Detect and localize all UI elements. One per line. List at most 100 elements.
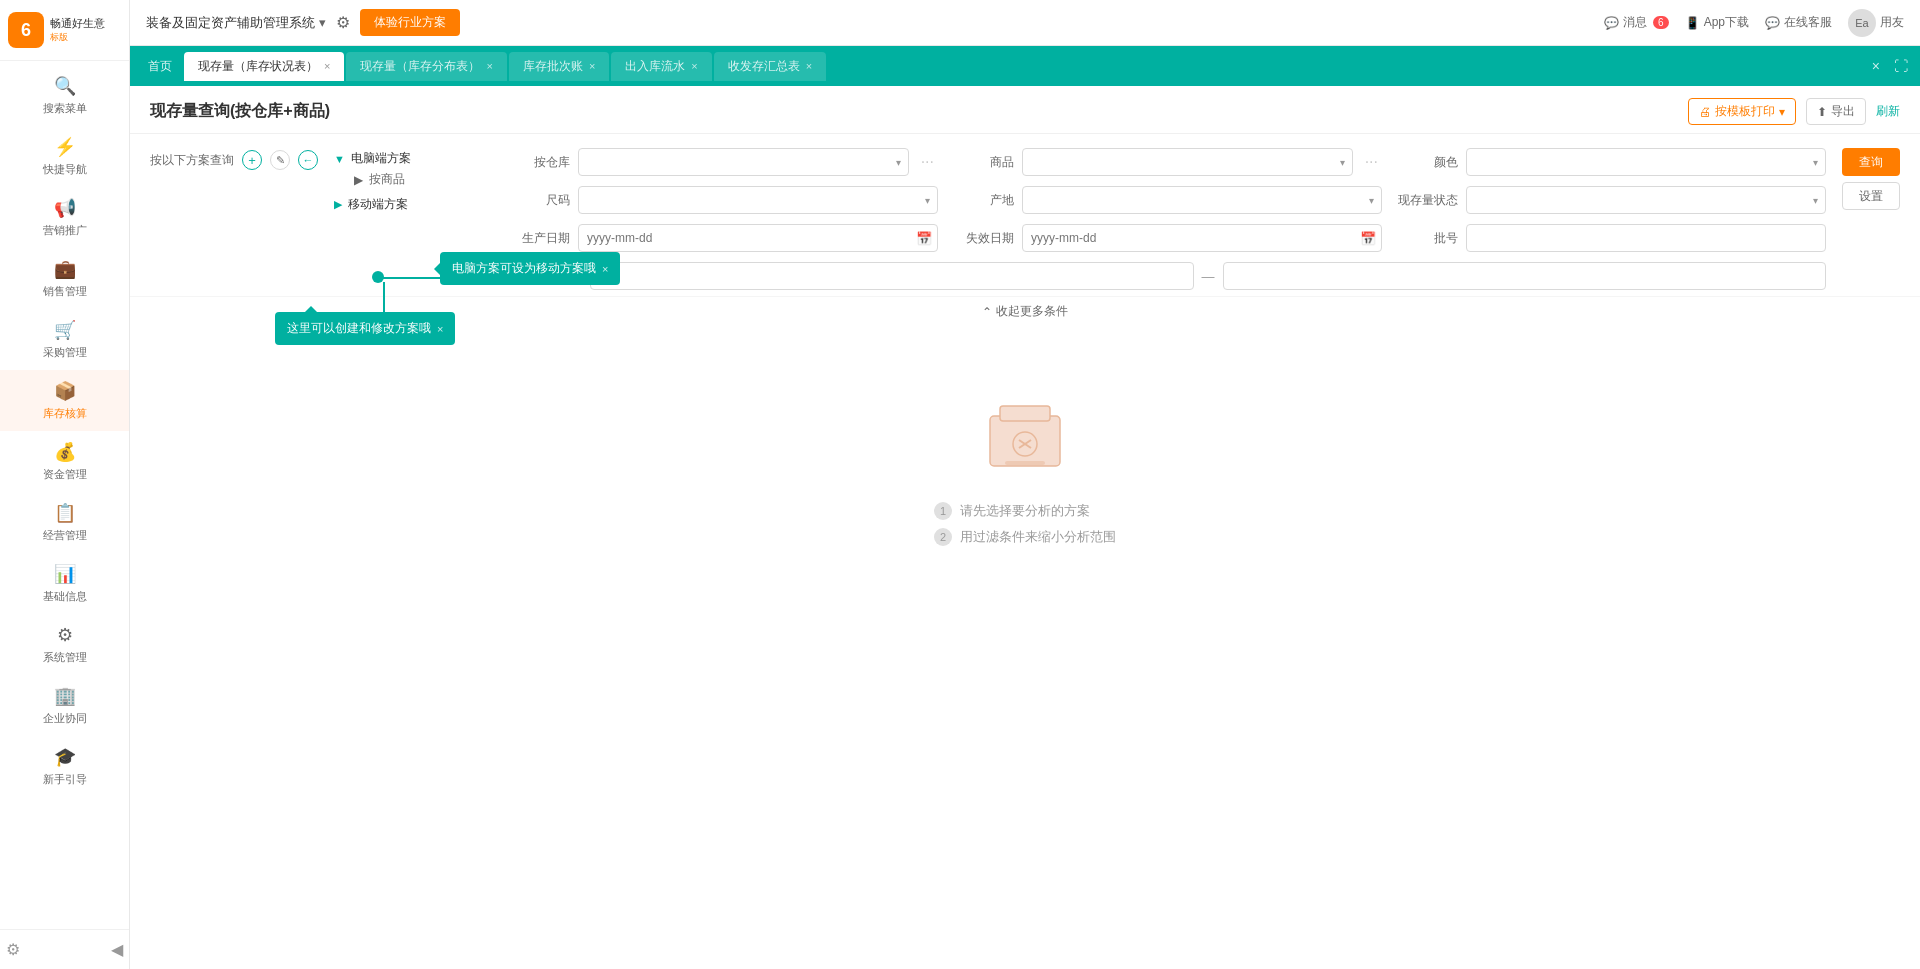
sidebar-item-system[interactable]: ⚙ 系统管理: [0, 614, 129, 675]
hint-number: 1: [934, 502, 952, 520]
edit-scheme-button[interactable]: ✎: [270, 150, 290, 170]
sidebar-item-label: 经营管理: [43, 528, 87, 543]
tooltip-close-button[interactable]: ×: [437, 323, 443, 335]
stock-status-input[interactable]: [1466, 186, 1826, 214]
export-button[interactable]: ⬆ 导出: [1806, 98, 1866, 125]
tab-close-icon[interactable]: ×: [589, 61, 595, 72]
tab-close-icon[interactable]: ×: [324, 61, 330, 72]
search-button[interactable]: 查询: [1842, 148, 1900, 176]
print-button[interactable]: 🖨 按模板打印 ▾: [1688, 98, 1796, 125]
header-right: 💬 消息 6 📱 App下载 💬 在线客服 Ea 用友: [1604, 9, 1904, 37]
settings-bottom-icon[interactable]: ⚙: [6, 940, 20, 959]
tooltip-desktop-scheme: 电脑方案可设为移动方案哦 ×: [440, 252, 620, 285]
tab-home[interactable]: 首页: [138, 52, 182, 81]
tooltip-close-button[interactable]: ×: [602, 263, 608, 275]
sidebar-item-operations[interactable]: 📋 经营管理: [0, 492, 129, 553]
app-download-action[interactable]: 📱 App下载: [1685, 14, 1749, 31]
sidebar-item-guide[interactable]: 🎓 新手引导: [0, 736, 129, 797]
add-scheme-button[interactable]: +: [242, 150, 262, 170]
sidebar-logo: 6 畅通好生意 标版: [0, 0, 129, 61]
calendar-icon[interactable]: 📅: [916, 231, 932, 246]
tooltip-create-scheme: 这里可以创建和修改方案哦 ×: [275, 312, 455, 345]
refresh-button[interactable]: 刷新: [1876, 103, 1900, 120]
origin-filter: 产地 ▾: [954, 186, 1382, 214]
user-action[interactable]: Ea 用友: [1848, 9, 1904, 37]
sidebar-item-enterprise[interactable]: 🏢 企业协同: [0, 675, 129, 736]
sidebar-nav: 🔍 搜索菜单 ⚡ 快捷导航 📢 营销推广 💼 销售管理 🛒 采购管理 📦: [0, 61, 129, 929]
mobile-scheme-toggle[interactable]: ▶ 移动端方案: [334, 194, 494, 215]
system-name: 装备及固定资产辅助管理系统: [146, 14, 315, 32]
stock-qty-max-input[interactable]: [1223, 262, 1827, 290]
purchase-icon: 🛒: [54, 319, 76, 341]
goods-dots[interactable]: ···: [1361, 153, 1382, 171]
guide-icon: 🎓: [54, 746, 76, 768]
tooltip-text: 电脑方案可设为移动方案哦: [452, 260, 596, 277]
sidebar-item-inventory[interactable]: 📦 库存核算: [0, 370, 129, 431]
tab-io-flow[interactable]: 出入库流水 ×: [611, 52, 711, 81]
basic-icon: 📊: [54, 563, 76, 585]
logo-icon: 6: [8, 12, 44, 48]
header-settings-icon[interactable]: ⚙: [336, 13, 350, 32]
tab-bar-right: × ⛶: [1868, 54, 1912, 78]
system-selector[interactable]: 装备及固定资产辅助管理系统 ▾: [146, 14, 326, 32]
expand-icon: ▼: [334, 153, 345, 165]
close-all-tabs-icon[interactable]: ×: [1868, 54, 1884, 78]
scheme-sub-item[interactable]: ▶ 按商品: [354, 169, 494, 190]
maximize-icon[interactable]: ⛶: [1890, 54, 1912, 78]
sidebar-item-sales[interactable]: 💼 销售管理: [0, 248, 129, 309]
top-header: 装备及固定资产辅助管理系统 ▾ ⚙ 体验行业方案 💬 消息 6 📱 App下载 …: [130, 0, 1920, 46]
goods-input[interactable]: [1022, 148, 1353, 176]
collapse-sidebar-icon[interactable]: ◀: [111, 940, 123, 959]
empty-state: 1 请先选择要分析的方案 2 用过滤条件来缩小分析范围: [130, 326, 1920, 614]
desktop-scheme-toggle[interactable]: ▼ 电脑端方案: [334, 148, 494, 169]
chevron-up-icon: ⌃: [982, 305, 992, 319]
stock-qty-min-input[interactable]: [590, 262, 1194, 290]
size-filter: 尺码 ▾: [510, 186, 938, 214]
tab-close-icon[interactable]: ×: [691, 61, 697, 72]
tab-stock-dist[interactable]: 现存量（库存分布表） ×: [346, 52, 506, 81]
sidebar-item-finance[interactable]: 💰 资金管理: [0, 431, 129, 492]
tab-stock-status[interactable]: 现存量（库存状况表） ×: [184, 52, 344, 81]
empty-hint-2: 2 用过滤条件来缩小分析范围: [934, 528, 1116, 546]
color-input[interactable]: [1466, 148, 1826, 176]
desktop-scheme-children: ▶ 按商品: [354, 169, 494, 190]
industry-button[interactable]: 体验行业方案: [360, 9, 460, 36]
size-input[interactable]: [578, 186, 938, 214]
warehouse-dots[interactable]: ···: [917, 153, 938, 171]
online-support-action[interactable]: 💬 在线客服: [1765, 14, 1832, 31]
expire-date-input[interactable]: [1022, 224, 1382, 252]
tab-close-icon[interactable]: ×: [806, 61, 812, 72]
sidebar-item-basic[interactable]: 📊 基础信息: [0, 553, 129, 614]
prod-date-input[interactable]: [578, 224, 938, 252]
origin-input[interactable]: [1022, 186, 1382, 214]
hint-number: 2: [934, 528, 952, 546]
svg-rect-1: [1000, 406, 1050, 421]
query-buttons: 查询 设置: [1842, 148, 1900, 210]
tab-close-icon[interactable]: ×: [486, 61, 492, 72]
sidebar-item-quick[interactable]: ⚡ 快捷导航: [0, 126, 129, 187]
warehouse-input[interactable]: [578, 148, 909, 176]
support-label: 在线客服: [1784, 14, 1832, 31]
filter-fields: 按仓库 ▾ ··· 商品: [510, 148, 1826, 296]
sidebar-bottom: ⚙ ◀: [0, 929, 129, 969]
message-action[interactable]: 💬 消息 6: [1604, 14, 1669, 31]
batch-input[interactable]: [1466, 224, 1826, 252]
sidebar-item-label: 基础信息: [43, 589, 87, 604]
sidebar-item-label: 营销推广: [43, 223, 87, 238]
empty-hints: 1 请先选择要分析的方案 2 用过滤条件来缩小分析范围: [934, 502, 1116, 554]
system-icon: ⚙: [57, 624, 73, 646]
export-icon: ⬆: [1817, 105, 1827, 119]
mobile-scheme-label: 移动端方案: [348, 196, 408, 213]
sidebar-item-search[interactable]: 🔍 搜索菜单: [0, 65, 129, 126]
sidebar-item-purchase[interactable]: 🛒 采购管理: [0, 309, 129, 370]
tab-recv-summary[interactable]: 收发存汇总表 ×: [714, 52, 826, 81]
marketing-icon: 📢: [54, 197, 76, 219]
sidebar-item-marketing[interactable]: 📢 营销推广: [0, 187, 129, 248]
back-scheme-button[interactable]: ←: [298, 150, 318, 170]
collapse-button[interactable]: ⌃ 收起更多条件: [982, 303, 1068, 320]
page-title: 现存量查询(按仓库+商品): [150, 101, 330, 122]
calendar-icon[interactable]: 📅: [1360, 231, 1376, 246]
filter-section: 按以下方案查询 + ✎ ← ▼ 电脑端方案 ▶: [130, 134, 1920, 326]
reset-button[interactable]: 设置: [1842, 182, 1900, 210]
tab-stock-batch[interactable]: 库存批次账 ×: [509, 52, 609, 81]
